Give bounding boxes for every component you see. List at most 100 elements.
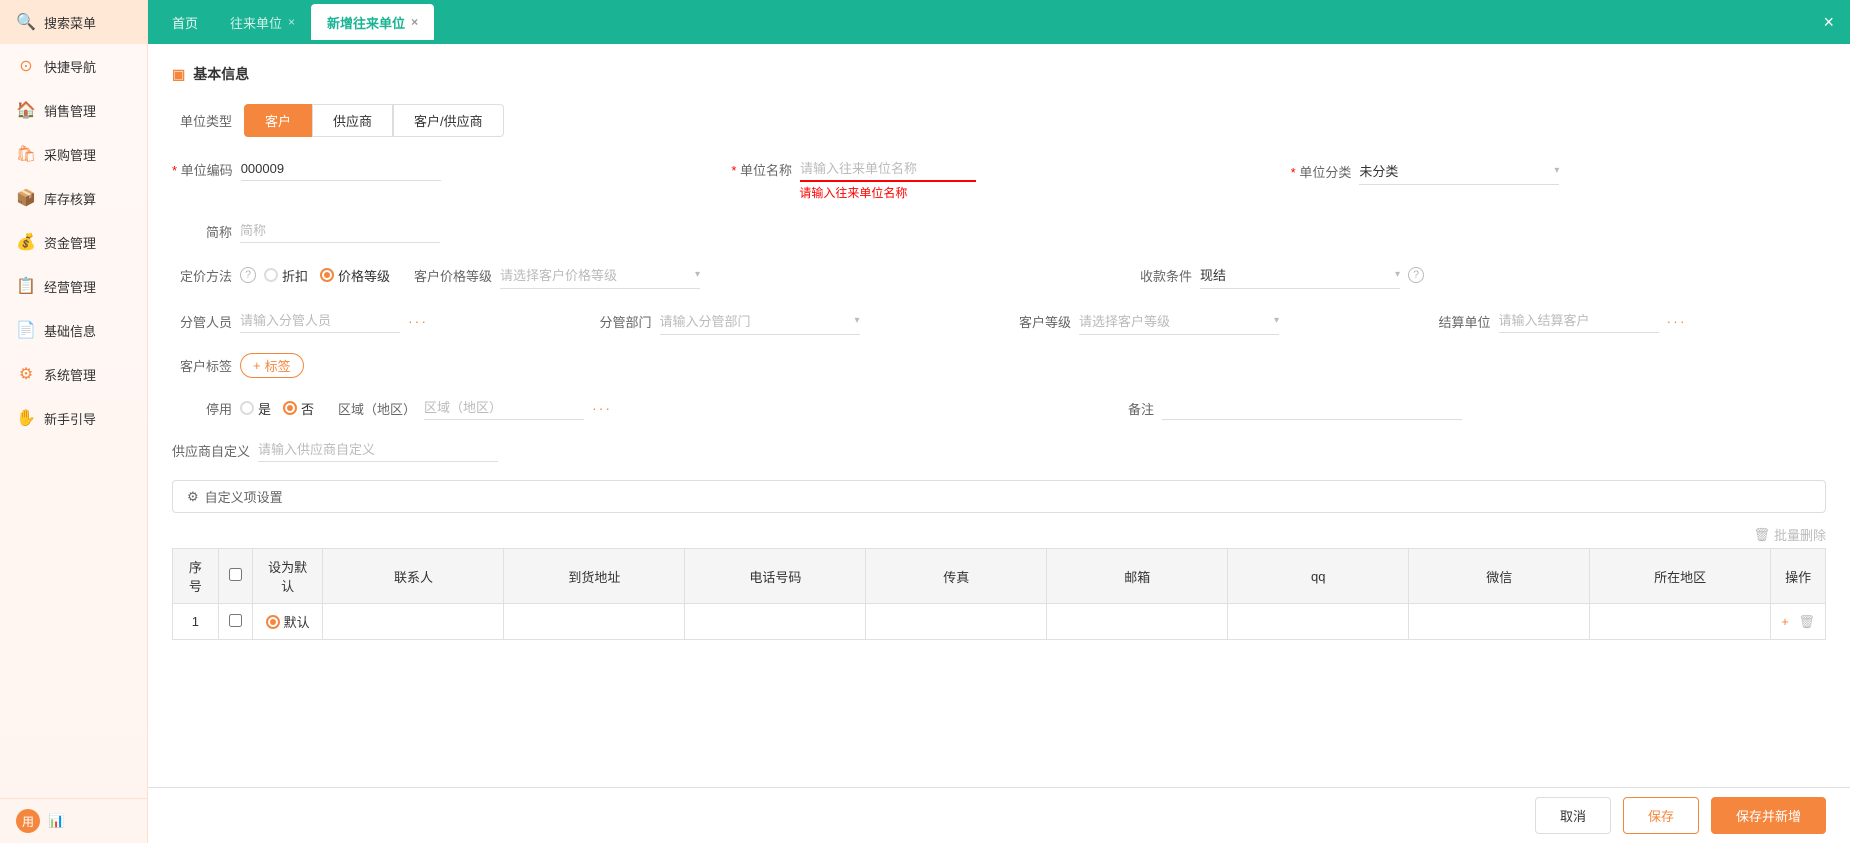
guide-icon: ✋ — [16, 408, 36, 428]
sidebar-item-operations[interactable]: 📋 经营管理 — [0, 264, 147, 308]
short-name-input[interactable] — [240, 219, 440, 243]
row-checkbox[interactable] — [218, 604, 252, 640]
payment-help-icon[interactable]: ? — [1408, 267, 1424, 283]
finance-icon: 💰 — [16, 232, 36, 252]
customer-level-select[interactable]: 请选择客户等级 ▾ — [1079, 307, 1279, 335]
billing-unit-input[interactable] — [1499, 309, 1659, 333]
save-button[interactable]: 保存 — [1623, 797, 1699, 834]
tag-row: 客户标签 + 标签 — [172, 353, 1826, 378]
unit-category-value: 未分类 — [1359, 161, 1550, 180]
payment-terms-value: 现结 — [1200, 265, 1391, 284]
cancel-button[interactable]: 取消 — [1535, 797, 1611, 834]
department-select[interactable]: 请输入分管部门 ▾ — [660, 307, 860, 335]
chevron-down-icon2: ▾ — [695, 269, 700, 280]
tab-new-partner[interactable]: 新增往来单位 × — [311, 4, 434, 40]
col-region: 所在地区 — [1590, 549, 1771, 604]
unit-type-both[interactable]: 客户/供应商 — [393, 104, 504, 137]
sidebar-item-label: 快捷导航 — [44, 57, 96, 76]
tab-new-partner-close[interactable]: × — [411, 15, 418, 29]
payment-terms-select[interactable]: 现结 ▾ — [1200, 261, 1400, 289]
unit-code-group: 单位编码 — [172, 157, 707, 181]
remark-group: 备注 — [1094, 396, 1826, 420]
tab-partner-close[interactable]: × — [288, 15, 295, 29]
sidebar-item-finance[interactable]: 💰 资金管理 — [0, 220, 147, 264]
add-row-btn[interactable]: + — [1781, 614, 1789, 629]
row-phone[interactable] — [685, 604, 866, 640]
price-level-radio-circle — [320, 268, 334, 282]
customer-price-level-select[interactable]: 请选择客户价格等级 ▾ — [500, 261, 700, 289]
unit-type-customer[interactable]: 客户 — [244, 104, 312, 137]
sidebar-item-basic-info[interactable]: 📄 基础信息 — [0, 308, 147, 352]
pricing-discount-radio[interactable]: 折扣 — [264, 266, 308, 285]
remark-input[interactable] — [1162, 396, 1462, 420]
purchase-icon: 🛍 — [16, 144, 36, 164]
batch-delete-label[interactable]: 批量删除 — [1774, 525, 1826, 544]
disabled-radio-group: 是 否 — [240, 399, 314, 418]
tag-btn-label: 标签 — [265, 356, 291, 375]
billing-unit-more-btn[interactable]: ··· — [1667, 313, 1687, 329]
delete-row-btn[interactable]: 🗑 — [1798, 614, 1815, 629]
add-tag-button[interactable]: + 标签 — [240, 353, 304, 378]
main-area: 首页 往来单位 × 新增往来单位 × × ▣ 基本信息 单位类型 客户 供应商 — [148, 0, 1850, 843]
sidebar-item-system[interactable]: ⚙ 系统管理 — [0, 352, 147, 396]
custom-settings-button[interactable]: ⚙ 自定义项设置 — [172, 480, 1826, 513]
manager-more-btn[interactable]: ··· — [408, 313, 428, 329]
row-contact[interactable] — [323, 604, 504, 640]
chevron-down-icon: ▾ — [1554, 165, 1559, 176]
sidebar-item-search[interactable]: 🔍 搜索菜单 — [0, 0, 147, 44]
tab-bar: 首页 往来单位 × 新增往来单位 × × — [148, 0, 1850, 44]
unit-category-select[interactable]: 未分类 ▾ — [1359, 157, 1559, 185]
disabled-group: 停用 是 否 — [172, 399, 314, 418]
sidebar-bottom-chart-icon: 📊 — [48, 813, 64, 829]
disabled-yes-radio[interactable]: 是 — [240, 399, 271, 418]
tab-partner[interactable]: 往来单位 × — [214, 4, 311, 40]
row-email[interactable] — [1047, 604, 1228, 640]
row-wechat[interactable] — [1409, 604, 1590, 640]
payment-terms-label: 收款条件 — [1132, 266, 1192, 285]
sidebar-item-purchase[interactable]: 🛍 采购管理 — [0, 132, 147, 176]
unit-name-input[interactable] — [800, 157, 976, 182]
inventory-icon: 📦 — [16, 188, 36, 208]
unit-type-supplier[interactable]: 供应商 — [312, 104, 393, 137]
sidebar-item-sales[interactable]: 🏠 销售管理 — [0, 88, 147, 132]
row-fax[interactable] — [866, 604, 1047, 640]
row-address[interactable] — [504, 604, 685, 640]
table-header-row: 序号 设为默认 联系人 到货地址 电话号码 传真 邮箱 qq 微信 所在地区 操… — [173, 549, 1826, 604]
sidebar-item-quick-nav[interactable]: ⊙ 快捷导航 — [0, 44, 147, 88]
unit-code-input[interactable] — [241, 157, 441, 181]
disabled-no-radio[interactable]: 否 — [283, 399, 314, 418]
row-action: + 🗑 — [1771, 604, 1826, 640]
col-checkbox — [218, 549, 252, 604]
sidebar-item-guide[interactable]: ✋ 新手引导 — [0, 396, 147, 440]
no-radio-circle — [283, 401, 297, 415]
row-region[interactable] — [1590, 604, 1771, 640]
row-index: 1 — [173, 604, 219, 640]
system-icon: ⚙ — [16, 364, 36, 384]
supplier-custom-label: 供应商自定义 — [172, 441, 250, 460]
sales-icon: 🏠 — [16, 100, 36, 120]
manager-input[interactable] — [240, 309, 400, 333]
tab-home[interactable]: 首页 — [156, 4, 214, 40]
section-header: ▣ 基本信息 — [172, 64, 1826, 84]
col-index: 序号 — [173, 549, 219, 604]
save-and-new-button[interactable]: 保存并新增 — [1711, 797, 1826, 834]
section-title: 基本信息 — [193, 64, 249, 84]
tab-bar-close-button[interactable]: × — [1815, 12, 1842, 33]
select-all-checkbox[interactable] — [229, 568, 242, 581]
default-radio — [266, 615, 280, 629]
row-default: 默认 — [252, 604, 323, 640]
pricing-level-radio[interactable]: 价格等级 — [320, 266, 390, 285]
region-group: 区域（地区） ··· — [338, 396, 1070, 420]
discount-radio-circle — [264, 268, 278, 282]
region-input[interactable] — [424, 396, 584, 420]
pricing-help-icon[interactable]: ? — [240, 267, 256, 283]
row-qq[interactable] — [1228, 604, 1409, 640]
unit-name-error: 请输入往来单位名称 — [799, 186, 907, 200]
region-more-btn[interactable]: ··· — [592, 400, 612, 416]
col-default: 设为默认 — [252, 549, 323, 604]
supplier-custom-input[interactable] — [258, 438, 498, 462]
col-action: 操作 — [1771, 549, 1826, 604]
sidebar-item-label: 基础信息 — [44, 321, 96, 340]
sidebar-item-inventory[interactable]: 📦 库存核算 — [0, 176, 147, 220]
pricing-radio-group: 折扣 价格等级 — [264, 266, 390, 285]
